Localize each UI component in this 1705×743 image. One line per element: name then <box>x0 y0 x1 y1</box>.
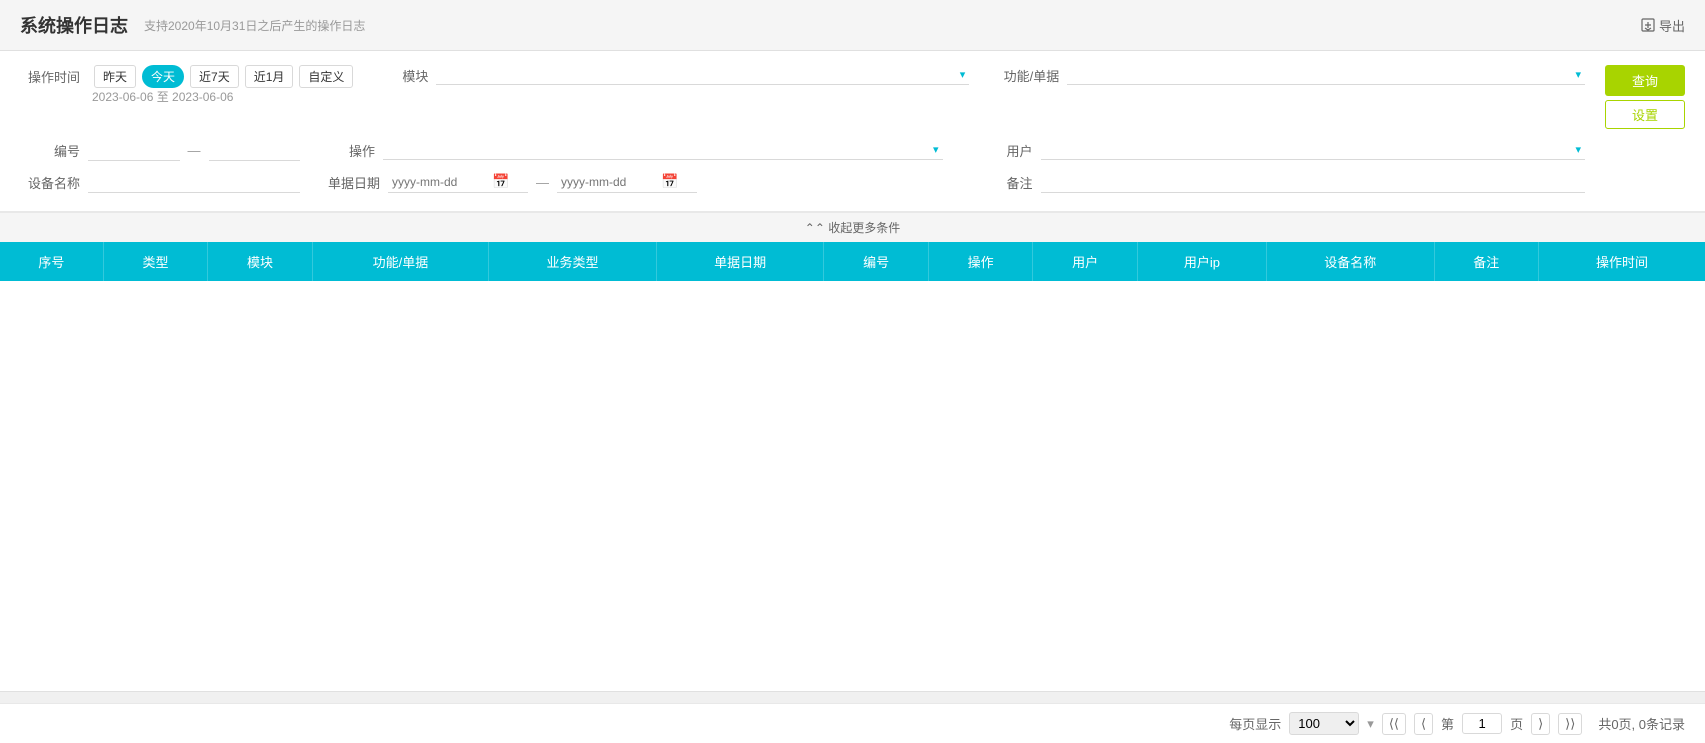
module-dropdown[interactable]: ▾ <box>436 65 969 85</box>
function-label: 功能/单据 <box>989 66 1059 85</box>
horizontal-scrollbar[interactable] <box>0 691 1705 703</box>
operation-label: 操作 <box>320 141 375 160</box>
prev-page-button[interactable]: ⟨ <box>1414 713 1433 735</box>
no-label: 编号 <box>20 141 80 160</box>
col-biz-type: 业务类型 <box>489 242 657 281</box>
col-no: 编号 <box>824 242 928 281</box>
filter-area: 操作时间 昨天 今天 近7天 近1月 自定义 2023-06-06 至 2023… <box>0 51 1705 212</box>
collapse-icon: ⌃⌃ <box>805 221 825 235</box>
page-subtitle: 支持2020年10月31日之后产生的操作日志 <box>144 17 365 34</box>
user-chevron-icon: ▾ <box>1575 143 1581 156</box>
doc-date-separator: — <box>536 175 549 190</box>
doc-date-from[interactable] <box>392 175 492 189</box>
query-button[interactable]: 查询 <box>1605 65 1685 96</box>
export-icon <box>1641 18 1655 32</box>
last-page-button[interactable]: ⟩⟩ <box>1558 713 1582 735</box>
per-page-label: 每页显示 <box>1229 714 1281 733</box>
time-btn-7days[interactable]: 近7天 <box>190 65 239 88</box>
operation-chevron-icon: ▾ <box>933 143 939 156</box>
time-options: 昨天 今天 近7天 近1月 自定义 <box>94 65 353 88</box>
doc-date-to[interactable] <box>561 175 661 189</box>
device-input[interactable] <box>88 171 300 193</box>
no-input-to[interactable] <box>209 139 301 161</box>
collapse-bar[interactable]: ⌃⌃ 收起更多条件 <box>0 212 1705 242</box>
time-label: 操作时间 <box>20 67 80 86</box>
time-btn-custom[interactable]: 自定义 <box>299 65 353 88</box>
time-btn-1month[interactable]: 近1月 <box>245 65 294 88</box>
first-page-button[interactable]: ⟨⟨ <box>1382 713 1406 735</box>
col-doc-date: 单据日期 <box>656 242 824 281</box>
doc-date-from-wrapper: 📅 <box>388 171 528 193</box>
collapse-label: 收起更多条件 <box>828 221 900 235</box>
page-header: 系统操作日志 支持2020年10月31日之后产生的操作日志 导出 <box>0 0 1705 51</box>
module-label: 模块 <box>373 66 428 85</box>
module-chevron-icon: ▾ <box>960 68 966 81</box>
page-label: 第 <box>1441 714 1454 733</box>
col-user-ip: 用户ip <box>1137 242 1266 281</box>
function-chevron-icon: ▾ <box>1575 68 1581 81</box>
table-header-row: 序号 类型 模块 功能/单据 业务类型 单据日期 编号 操作 用户 用户ip 设… <box>0 242 1705 281</box>
col-device: 设备名称 <box>1266 242 1434 281</box>
calendar-to-icon[interactable]: 📅 <box>661 173 678 190</box>
export-button[interactable]: 导出 <box>1641 16 1685 35</box>
table-area: 序号 类型 模块 功能/单据 业务类型 单据日期 编号 操作 用户 用户ip 设… <box>0 242 1705 691</box>
remark-label: 备注 <box>963 173 1033 192</box>
doc-date-to-wrapper: 📅 <box>557 171 697 193</box>
date-range-display: 2023-06-06 至 2023-06-06 <box>92 90 233 104</box>
col-type: 类型 <box>103 242 207 281</box>
user-label: 用户 <box>963 141 1033 160</box>
device-label: 设备名称 <box>20 173 80 192</box>
footer-bar: 每页显示 100 10 20 50 200 ▾ ⟨⟨ ⟨ 第 页 ⟩ ⟩⟩ 共0… <box>0 703 1705 743</box>
col-op-time: 操作时间 <box>1539 242 1705 281</box>
operation-dropdown[interactable]: ▾ <box>383 140 943 160</box>
time-btn-yesterday[interactable]: 昨天 <box>94 65 136 88</box>
data-table: 序号 类型 模块 功能/单据 业务类型 单据日期 编号 操作 用户 用户ip 设… <box>0 242 1705 281</box>
per-page-select[interactable]: 100 10 20 50 200 <box>1289 712 1359 735</box>
col-operation: 操作 <box>928 242 1032 281</box>
remark-input[interactable] <box>1041 171 1586 193</box>
doc-date-label: 单据日期 <box>320 173 380 192</box>
page-title: 系统操作日志 <box>20 12 128 38</box>
col-user: 用户 <box>1033 242 1137 281</box>
user-dropdown[interactable]: ▾ <box>1041 140 1586 160</box>
page-input[interactable] <box>1462 713 1502 734</box>
calendar-from-icon[interactable]: 📅 <box>492 173 509 190</box>
next-page-button[interactable]: ⟩ <box>1531 713 1550 735</box>
per-page-chevron-icon: ▾ <box>1367 716 1374 732</box>
no-separator: — <box>188 143 201 158</box>
empty-data-area <box>0 281 1705 601</box>
total-info: 共0页, 0条记录 <box>1598 714 1685 733</box>
no-input-from[interactable] <box>88 139 180 161</box>
col-function: 功能/单据 <box>312 242 488 281</box>
function-dropdown[interactable]: ▾ <box>1067 65 1585 85</box>
col-remark: 备注 <box>1434 242 1538 281</box>
settings-button[interactable]: 设置 <box>1605 100 1685 129</box>
col-seq: 序号 <box>0 242 103 281</box>
col-module: 模块 <box>208 242 312 281</box>
time-btn-today[interactable]: 今天 <box>142 65 184 88</box>
page-unit: 页 <box>1510 714 1523 733</box>
